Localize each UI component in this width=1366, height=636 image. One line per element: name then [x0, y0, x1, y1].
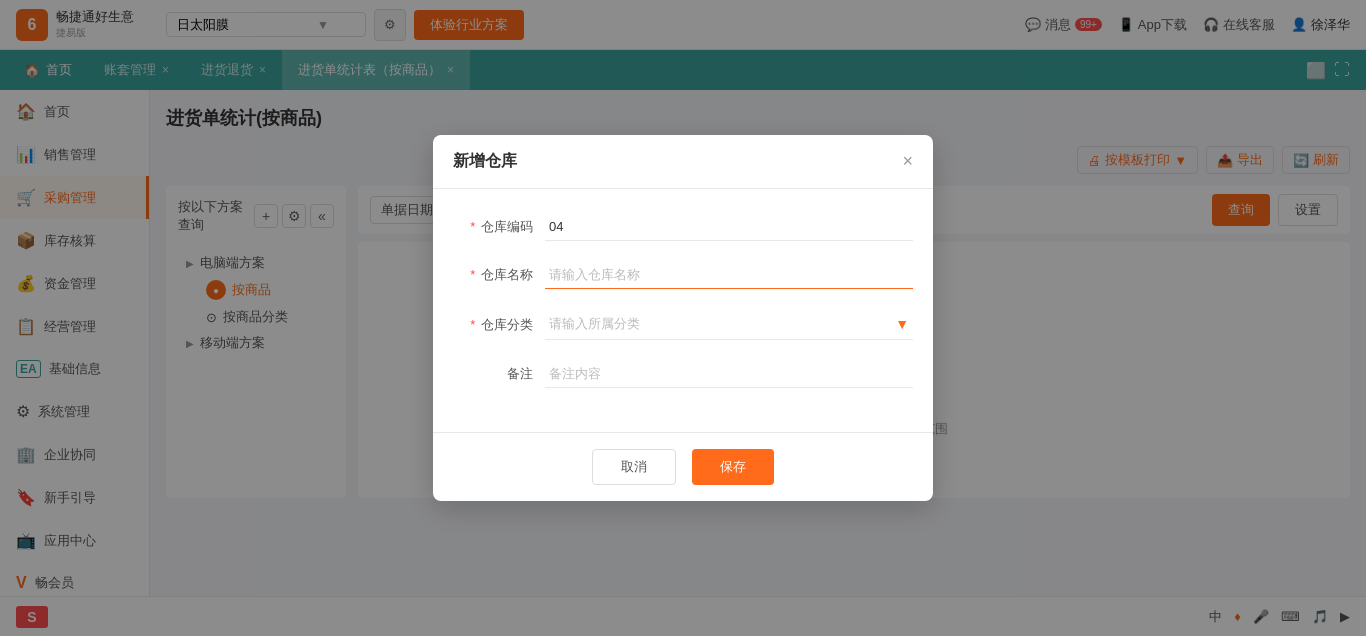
modal-close-button[interactable]: ×: [902, 151, 913, 172]
warehouse-code-input[interactable]: [545, 213, 913, 241]
modal-title: 新增仓库: [453, 151, 517, 172]
note-input[interactable]: [545, 360, 913, 388]
required-mark-category: *: [470, 317, 475, 332]
form-row-note: 备注: [453, 360, 913, 388]
name-label: * 仓库名称: [453, 266, 533, 284]
save-button[interactable]: 保存: [692, 449, 774, 485]
category-arrow-icon: ▼: [895, 316, 909, 332]
form-row-name: * 仓库名称: [453, 261, 913, 289]
required-mark-code: *: [470, 219, 475, 234]
note-label: 备注: [453, 365, 533, 383]
category-select[interactable]: 请输入所属分类 ▼: [545, 309, 913, 340]
add-warehouse-modal: 新增仓库 × * 仓库编码 * 仓库名称: [433, 135, 933, 501]
category-placeholder: 请输入所属分类: [549, 315, 895, 333]
form-row-category: * 仓库分类 请输入所属分类 ▼: [453, 309, 913, 340]
category-label: * 仓库分类: [453, 316, 533, 334]
code-label: * 仓库编码: [453, 218, 533, 236]
cancel-button[interactable]: 取消: [592, 449, 676, 485]
form-row-code: * 仓库编码: [453, 213, 913, 241]
modal-header: 新增仓库 ×: [433, 135, 933, 189]
required-mark-name: *: [470, 267, 475, 282]
modal-body: * 仓库编码 * 仓库名称 * 仓库分类 请输入所属: [433, 189, 933, 432]
modal-footer: 取消 保存: [433, 432, 933, 501]
modal-overlay: 新增仓库 × * 仓库编码 * 仓库名称: [0, 0, 1366, 636]
warehouse-name-input[interactable]: [545, 261, 913, 289]
